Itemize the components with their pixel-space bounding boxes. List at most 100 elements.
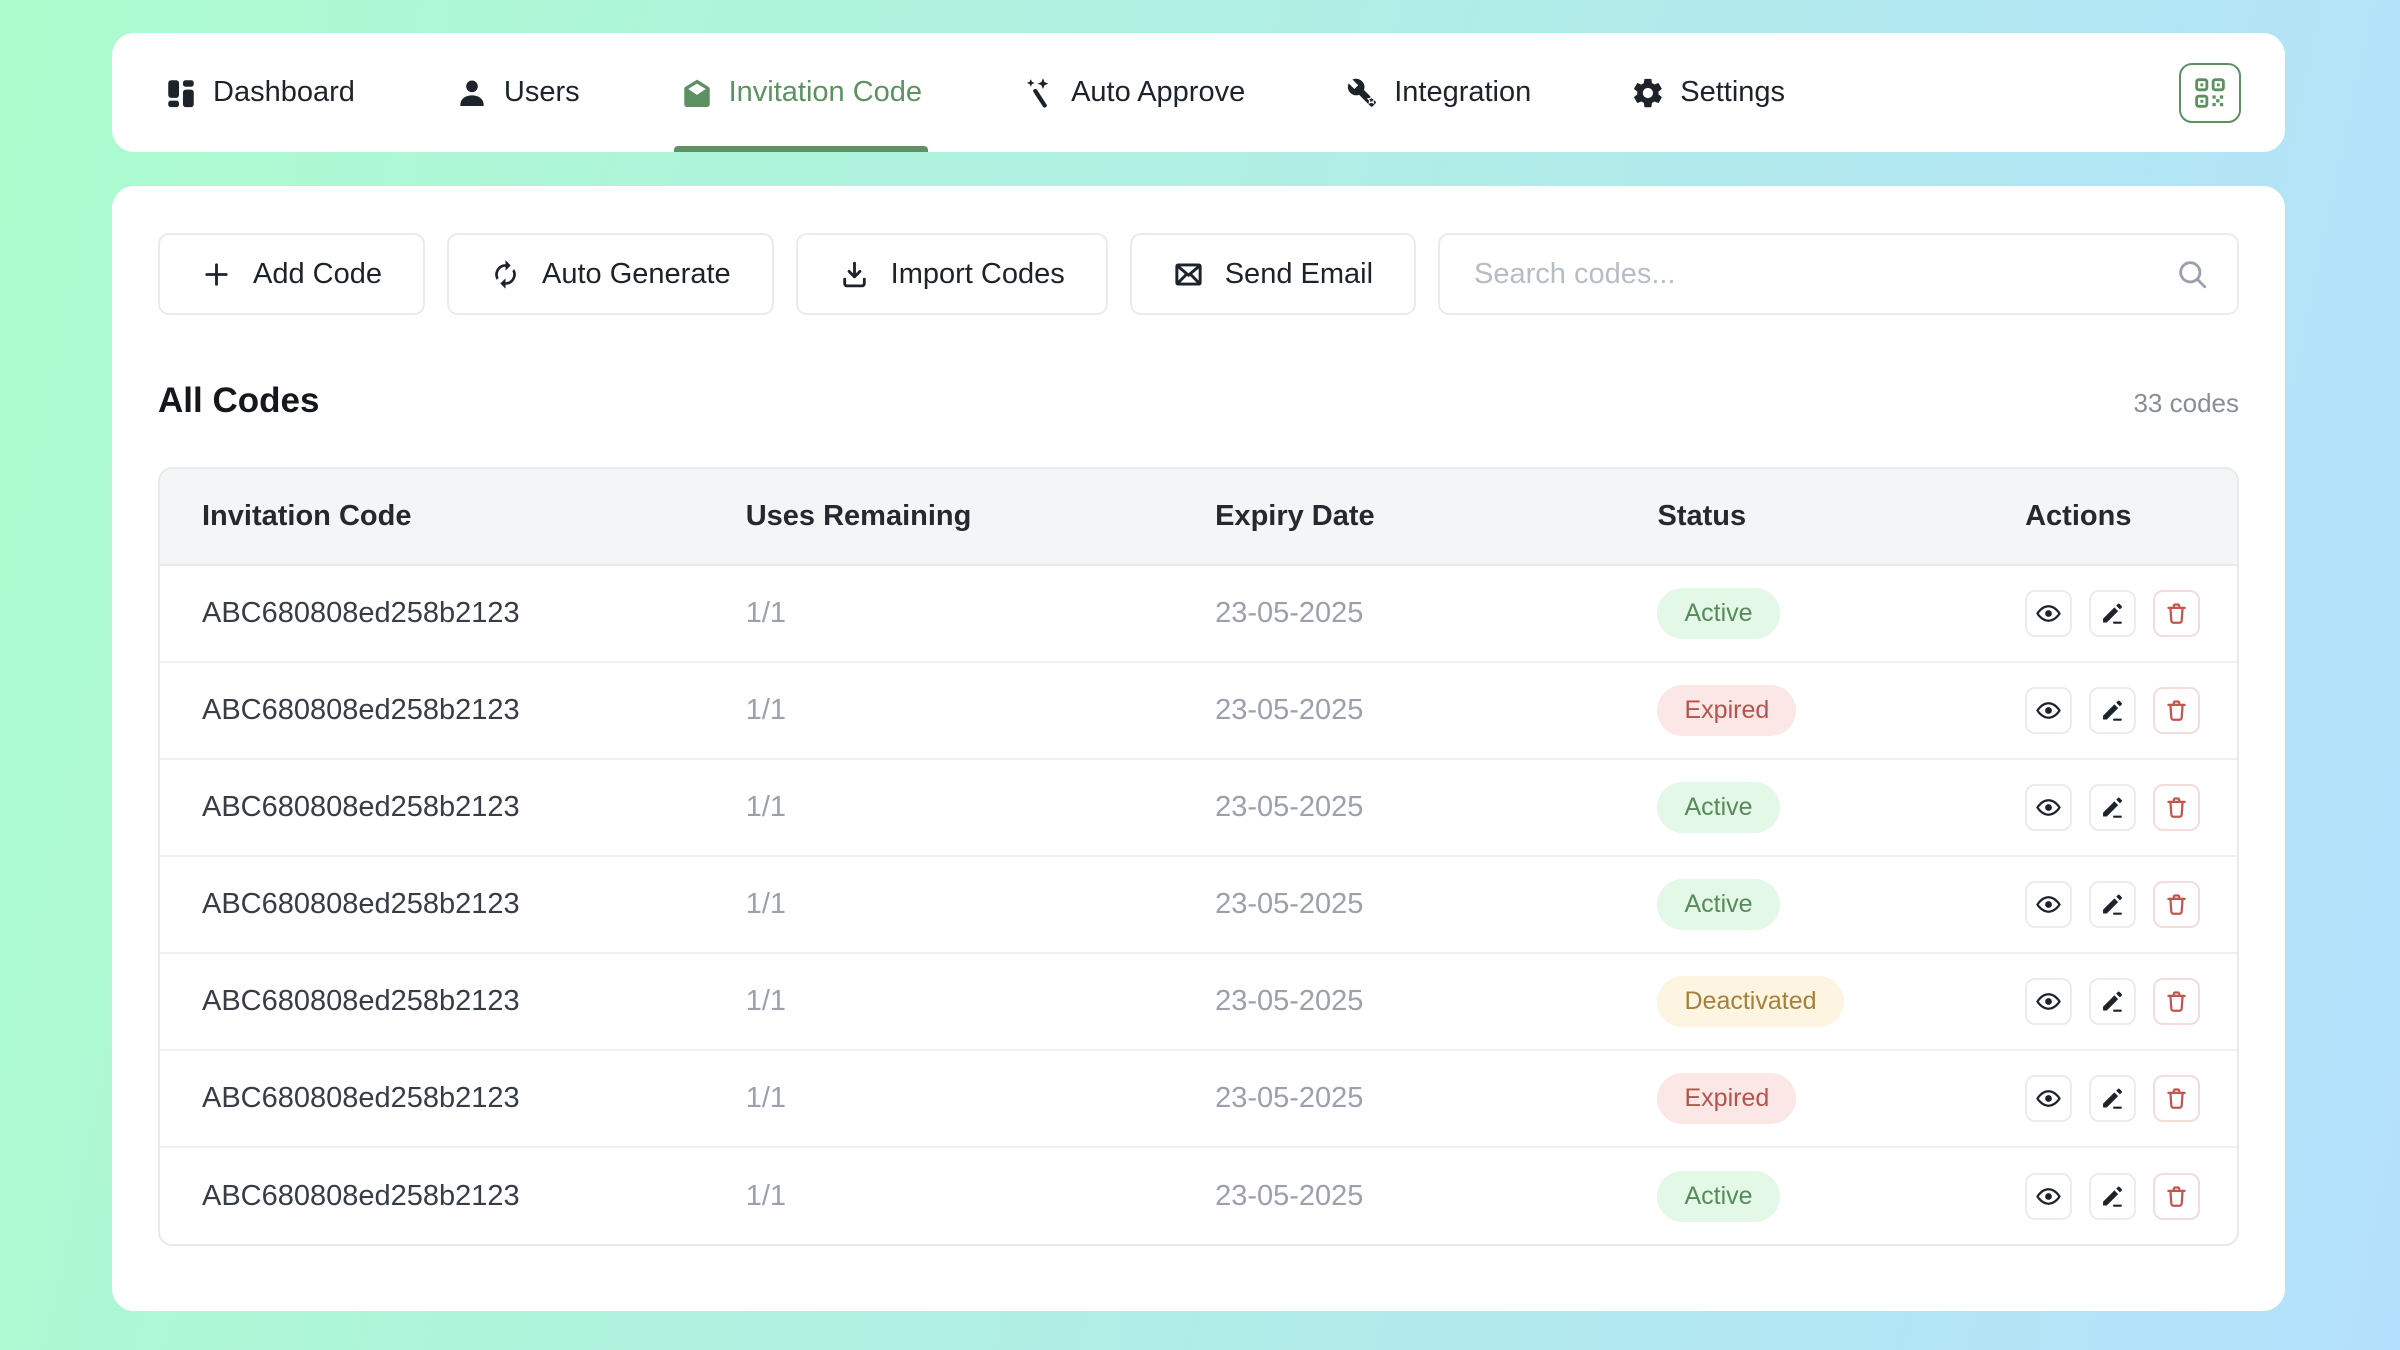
view-button[interactable] [2025,881,2073,928]
view-button[interactable] [2025,784,2073,831]
expiry-cell: 23-05-2025 [1215,791,1364,823]
trash-icon [2167,991,2186,1012]
view-button[interactable] [2025,1172,2073,1220]
edit-button[interactable] [2089,784,2137,831]
pencil-icon [2103,1186,2123,1207]
eye-icon [2036,1090,2061,1107]
status-cell: Deactivated [1657,953,2025,1050]
top-nav: Dashboard Users Invitation Code Auto App… [112,33,2285,152]
invitation-codes-panel: Add Code Auto Generate Import Codes Send… [112,186,2285,1311]
edit-button[interactable] [2089,687,2137,734]
trash-icon [2167,894,2186,915]
status-badge: Expired [1657,1073,1797,1124]
edit-button[interactable] [2089,978,2137,1025]
view-button[interactable] [2025,687,2073,734]
expiry-cell: 23-05-2025 [1215,1179,1364,1212]
email-icon [1175,262,1202,286]
plus-icon [205,262,228,286]
delete-button[interactable] [2153,590,2201,637]
trash-icon [2167,1185,2186,1207]
button-label: Add Code [253,257,382,290]
delete-button[interactable] [2153,978,2201,1025]
nav-item-settings[interactable]: Settings [1631,33,1785,152]
table-row: ABC680808ed258b2123 1/1 23-05-2025 Expir… [160,1050,2237,1147]
nav-item-dashboard[interactable]: Dashboard [164,33,355,152]
wrench-gear-icon [1348,78,1377,107]
nav-item-integration[interactable]: Integration [1345,33,1531,152]
gear-icon [1634,78,1663,107]
search-box [1438,233,2239,315]
code-cell: ABC680808ed258b2123 [202,791,520,823]
status-cell: Active [1657,1147,2025,1244]
delete-button[interactable] [2153,1075,2201,1122]
status-badge: Active [1657,782,1780,833]
import-codes-button[interactable]: Import Codes [795,233,1108,315]
code-cell: ABC680808ed258b2123 [202,1179,520,1212]
status-badge: Deactivated [1657,976,1844,1027]
edit-button[interactable] [2089,1075,2137,1122]
table-row: ABC680808ed258b2123 1/1 23-05-2025 Activ… [160,856,2237,953]
pencil-icon [2103,603,2123,624]
edit-button[interactable] [2089,881,2137,928]
toolbar: Add Code Auto Generate Import Codes Send… [158,233,2239,315]
status-cell: Active [1657,565,2025,662]
delete-button[interactable] [2153,784,2201,831]
code-cell: ABC680808ed258b2123 [202,888,520,920]
envelope-open-icon [683,79,710,107]
table-row: ABC680808ed258b2123 1/1 23-05-2025 Activ… [160,759,2237,856]
pencil-icon [2103,1088,2123,1109]
actions-cell [2025,1050,2237,1147]
nav-label: Dashboard [213,76,355,108]
table-header-row: Invitation Code Uses Remaining Expiry Da… [160,469,2237,565]
edit-button[interactable] [2089,1172,2137,1220]
col-header-actions: Actions [2025,500,2132,532]
search-icon[interactable] [2175,257,2209,291]
view-button[interactable] [2025,590,2073,637]
search-input[interactable] [1438,233,2239,315]
nav-item-auto-approve[interactable]: Auto Approve [1022,33,1245,152]
col-header-status: Status [1657,500,1747,532]
table-row: ABC680808ed258b2123 1/1 23-05-2025 Activ… [160,1147,2237,1244]
uses-cell: 1/1 [745,1179,787,1212]
nav-label: Auto Approve [1071,76,1246,108]
code-cell: ABC680808ed258b2123 [202,694,520,726]
expiry-cell: 23-05-2025 [1215,694,1364,726]
nav-label: Integration [1394,76,1532,108]
expiry-cell: 23-05-2025 [1215,597,1364,629]
download-icon [842,261,866,287]
delete-button[interactable] [2153,687,2201,734]
delete-button[interactable] [2153,881,2201,928]
code-cell: ABC680808ed258b2123 [202,1082,520,1114]
table-row: ABC680808ed258b2123 1/1 23-05-2025 Deact… [160,953,2237,1050]
codes-table-body: ABC680808ed258b2123 1/1 23-05-2025 Activ… [160,565,2237,1244]
button-label: Import Codes [890,257,1065,290]
code-cell: ABC680808ed258b2123 [202,985,520,1017]
status-cell: Active [1657,759,2025,856]
edit-button[interactable] [2089,590,2137,637]
status-cell: Expired [1657,1050,2025,1147]
eye-icon [2036,993,2061,1010]
uses-cell: 1/1 [745,597,787,629]
nav-item-users[interactable]: Users [455,33,580,152]
magic-wand-icon [1027,77,1049,108]
add-code-button[interactable]: Add Code [158,233,425,315]
pencil-icon [2103,894,2123,915]
expiry-cell: 23-05-2025 [1215,985,1364,1017]
user-icon [460,80,484,106]
eye-icon [2036,799,2061,816]
expiry-cell: 23-05-2025 [1215,888,1364,920]
qr-code-button[interactable] [2179,62,2241,123]
trash-icon [2167,700,2186,721]
view-button[interactable] [2025,1075,2073,1122]
view-button[interactable] [2025,978,2073,1025]
delete-button[interactable] [2153,1172,2201,1220]
actions-cell [2025,759,2237,856]
pencil-icon [2103,991,2123,1012]
auto-generate-button[interactable]: Auto Generate [447,233,774,315]
page-title: All Codes [158,381,320,420]
pencil-icon [2103,797,2123,818]
trash-icon [2167,1088,2186,1109]
nav-item-invitation-code[interactable]: Invitation Code [673,33,929,152]
actions-cell [2025,856,2237,953]
send-email-button[interactable]: Send Email [1129,233,1417,315]
